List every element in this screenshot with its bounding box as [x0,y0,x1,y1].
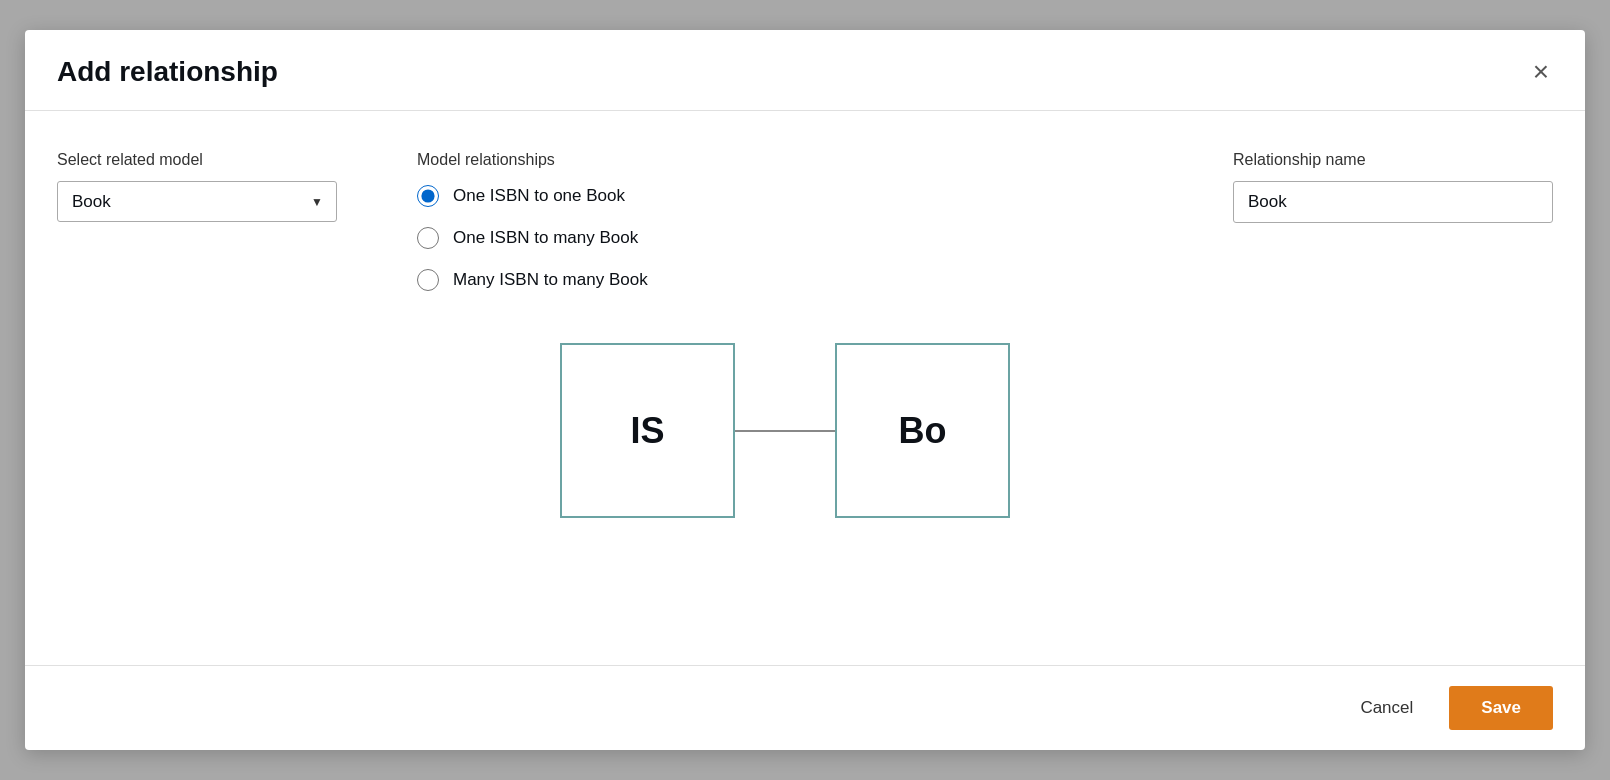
relationship-name-label: Relationship name [1233,151,1553,169]
relationship-diagram: IS Bo [417,343,1153,518]
relationship-name-section: Relationship name [1233,151,1553,223]
radio-one-to-many-label: One ISBN to many Book [453,228,638,248]
radio-one-to-many[interactable] [417,227,439,249]
modal-dialog: Add relationship × Select related model … [25,30,1585,750]
radio-one-to-one-label: One ISBN to one Book [453,186,625,206]
save-button[interactable]: Save [1449,686,1553,730]
diagram-left-box: IS [560,343,735,518]
modal-header: Add relationship × [25,30,1585,111]
radio-option-one-to-many[interactable]: One ISBN to many Book [417,227,1153,249]
select-related-model-section: Select related model Book Author Publish… [57,151,337,222]
diagram-right-text: Bo [899,410,947,452]
radio-option-many-to-many[interactable]: Many ISBN to many Book [417,269,1153,291]
close-button[interactable]: × [1529,54,1553,90]
model-relationships-section: Model relationships One ISBN to one Book… [417,151,1153,518]
modal-title: Add relationship [57,56,278,88]
modal-overlay: Add relationship × Select related model … [0,0,1610,780]
select-wrapper: Book Author Publisher ▼ [57,181,337,222]
relationship-name-input[interactable] [1233,181,1553,223]
radio-many-to-many-label: Many ISBN to many Book [453,270,648,290]
model-relationships-label: Model relationships [417,151,1153,169]
radio-one-to-one[interactable] [417,185,439,207]
radio-group: One ISBN to one Book One ISBN to many Bo… [417,185,1153,291]
cancel-button[interactable]: Cancel [1344,688,1429,728]
radio-many-to-many[interactable] [417,269,439,291]
select-model-label: Select related model [57,151,337,169]
diagram-connector-line [735,430,835,432]
modal-body: Select related model Book Author Publish… [25,111,1585,665]
radio-option-one-to-one[interactable]: One ISBN to one Book [417,185,1153,207]
diagram-right-box: Bo [835,343,1010,518]
diagram-left-text: IS [630,410,664,452]
related-model-select[interactable]: Book Author Publisher [57,181,337,222]
modal-footer: Cancel Save [25,665,1585,750]
